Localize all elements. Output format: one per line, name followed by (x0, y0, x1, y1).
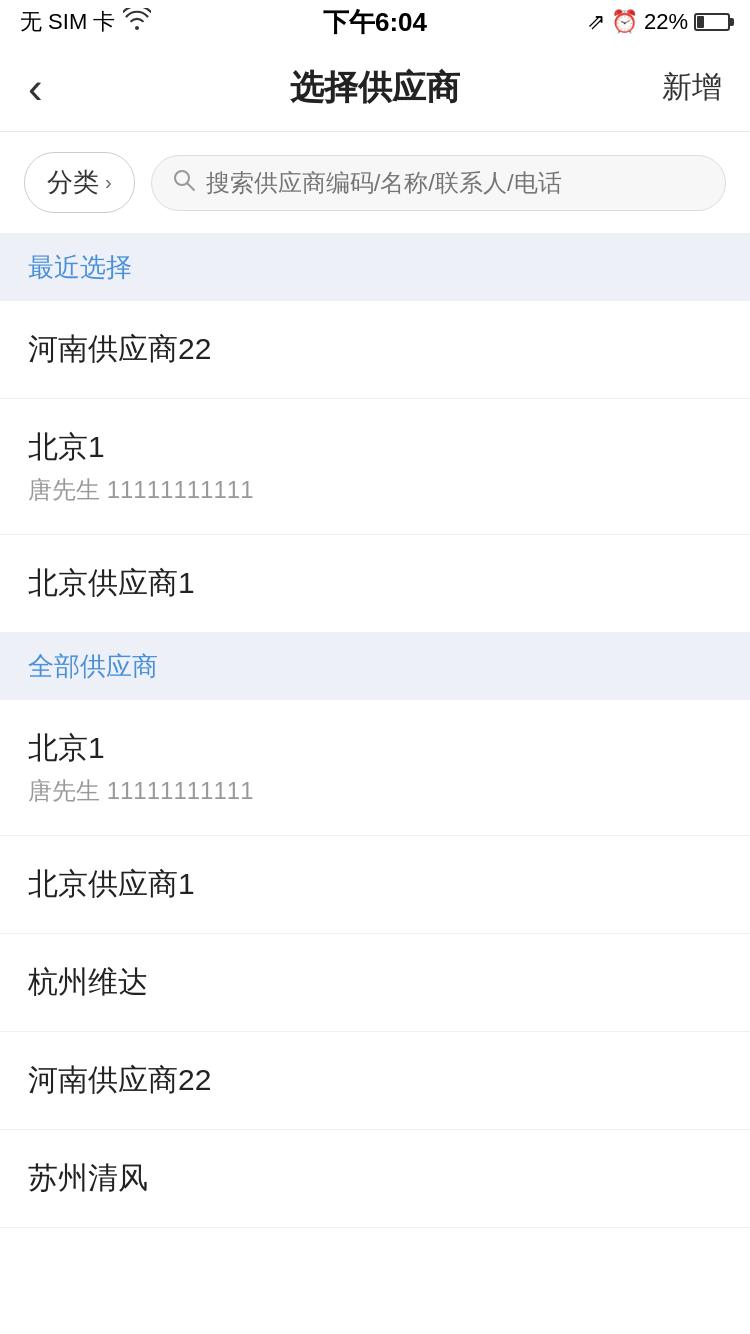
recent-items-list: 河南供应商22 北京1 唐先生 11111111111 北京供应商1 (0, 301, 750, 633)
recent-section-header: 最近选择 (0, 234, 750, 301)
back-button[interactable]: ‹ (28, 63, 88, 113)
nav-bar: ‹ 选择供应商 新增 (0, 44, 750, 132)
recent-section-label: 最近选择 (28, 252, 132, 282)
list-item[interactable]: 苏州清风 (0, 1130, 750, 1228)
status-time: 下午6:04 (323, 5, 427, 40)
page-title: 选择供应商 (290, 65, 460, 111)
list-item[interactable]: 北京供应商1 (0, 836, 750, 934)
item-name: 河南供应商22 (28, 1060, 722, 1101)
item-name: 北京供应商1 (28, 563, 722, 604)
battery-percentage: 22% (644, 9, 688, 35)
add-button[interactable]: 新增 (662, 67, 722, 108)
category-label: 分类 (47, 165, 99, 200)
list-item[interactable]: 北京1 唐先生 11111111111 (0, 399, 750, 535)
list-item[interactable]: 北京供应商1 (0, 535, 750, 633)
status-left: 无 SIM 卡 (20, 7, 151, 37)
item-name: 北京1 (28, 427, 722, 468)
list-item[interactable]: 河南供应商22 (0, 301, 750, 399)
all-items-list: 北京1 唐先生 11111111111 北京供应商1 杭州维达 河南供应商22 … (0, 700, 750, 1228)
location-icon: ⇗ (587, 9, 605, 35)
item-name: 河南供应商22 (28, 329, 722, 370)
category-filter-button[interactable]: 分类 › (24, 152, 135, 213)
wifi-icon (123, 8, 151, 36)
search-box (151, 155, 726, 211)
item-sub: 唐先生 11111111111 (28, 474, 722, 506)
item-name: 北京1 (28, 728, 722, 769)
all-section-label: 全部供应商 (28, 651, 158, 681)
status-bar: 无 SIM 卡 下午6:04 ⇗ ⏰ 22% (0, 0, 750, 44)
svg-line-1 (187, 183, 194, 190)
category-arrow-icon: › (105, 171, 112, 194)
battery-icon (694, 13, 730, 31)
filter-bar: 分类 › (0, 132, 750, 234)
item-name: 苏州清风 (28, 1158, 722, 1199)
item-sub: 唐先生 11111111111 (28, 775, 722, 807)
alarm-icon: ⏰ (611, 9, 638, 35)
list-item[interactable]: 河南供应商22 (0, 1032, 750, 1130)
item-name: 北京供应商1 (28, 864, 722, 905)
search-input[interactable] (206, 169, 705, 197)
list-item[interactable]: 北京1 唐先生 11111111111 (0, 700, 750, 836)
carrier-text: 无 SIM 卡 (20, 7, 115, 37)
search-icon (172, 168, 196, 198)
item-name: 杭州维达 (28, 962, 722, 1003)
list-item[interactable]: 杭州维达 (0, 934, 750, 1032)
status-right: ⇗ ⏰ 22% (587, 9, 730, 35)
all-section-header: 全部供应商 (0, 633, 750, 700)
